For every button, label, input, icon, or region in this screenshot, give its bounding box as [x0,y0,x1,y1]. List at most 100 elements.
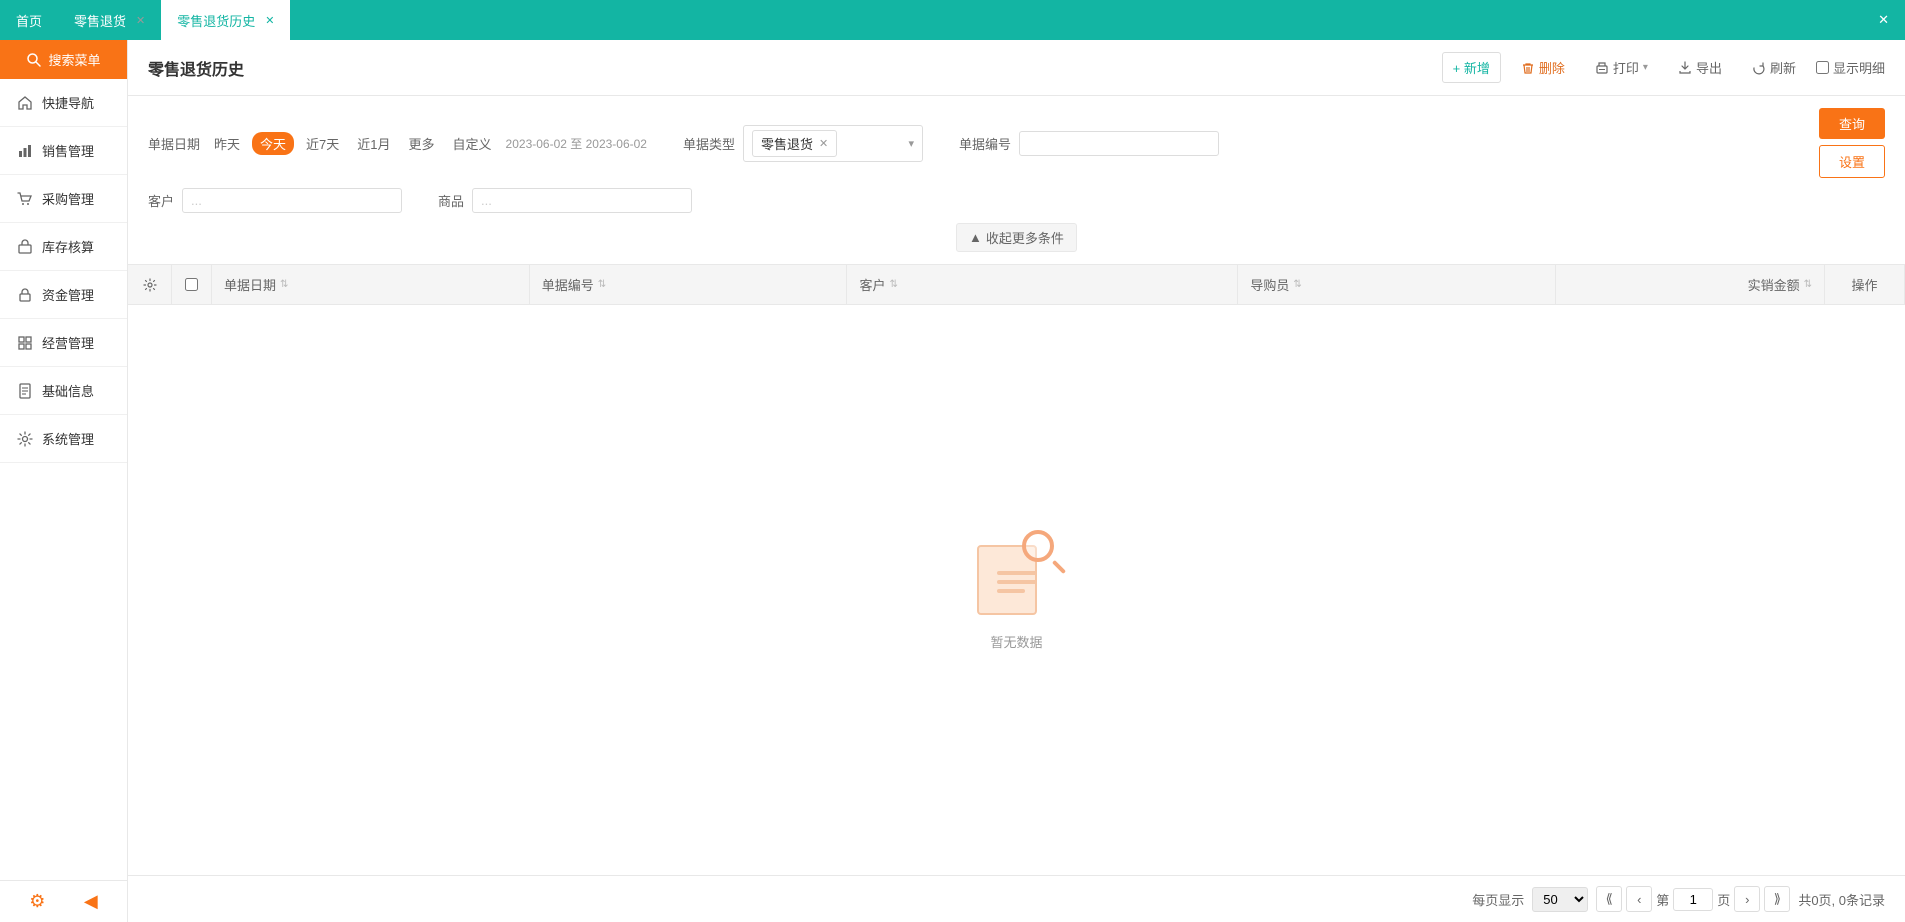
print-chevron: ▾ [1643,62,1648,73]
doc-line-3 [997,589,1025,593]
mag-circle [1022,530,1054,562]
page-prev-btn[interactable]: ‹ [1626,886,1652,912]
print-button[interactable]: 打印 ▾ [1585,53,1658,82]
empty-text: 暂无数据 [990,632,1042,651]
refresh-icon [1752,61,1766,75]
customer-label: 客户 [148,191,174,210]
goods-placeholder: ... [481,193,492,208]
show-detail-label[interactable]: 显示明细 [1816,58,1885,77]
sidebar-item-inventory-label: 库存核算 [42,237,94,256]
th-operation: 操作 [1825,265,1905,304]
home-icon [16,94,34,112]
doc-type-remove[interactable]: ✕ [819,137,828,150]
date-btn-custom[interactable]: 自定义 [447,132,498,155]
setting-button[interactable]: 设置 [1819,145,1885,178]
collapse-filter-button[interactable]: ▲ 收起更多条件 [956,223,1077,252]
main-layout: 搜索菜单 快捷导航 销售管理 采购管理 库存核算 [0,40,1905,922]
tab-retail-return-history-close[interactable]: ✕ [265,14,274,27]
sidebar-item-basic-info-label: 基础信息 [42,381,94,400]
sidebar-item-basic-info[interactable]: 基础信息 [0,367,127,415]
sidebar-item-purchase-mgmt[interactable]: 采购管理 [0,175,127,223]
th-customer[interactable]: 客户 ⇅ [847,265,1238,304]
page-prefix: 第 [1656,890,1669,909]
sidebar-item-inventory[interactable]: 库存核算 [0,223,127,271]
page-actions: + 新增 删除 打印 ▾ 导出 刷新 [1442,52,1885,83]
doc-type-label: 单据类型 [683,134,735,153]
sidebar-item-operation[interactable]: 经营管理 [0,319,127,367]
th-doc-number[interactable]: 单据编号 ⇅ [530,265,848,304]
content-area: 零售退货历史 + 新增 删除 打印 ▾ 导出 刷新 [128,40,1905,922]
sidebar-item-sales-mgmt[interactable]: 销售管理 [0,127,127,175]
settings-bottom-icon[interactable]: ⚙ [29,891,45,912]
filter-area: 单据日期 昨天 今天 近7天 近1月 更多 自定义 2023-06-02 至 2… [128,96,1905,265]
th-settings[interactable] [128,265,172,304]
th-doc-date[interactable]: 单据日期 ⇅ [212,265,530,304]
date-range-display: 2023-06-02 至 2023-06-02 [506,135,647,152]
goods-label: 商品 [438,191,464,210]
per-page-select[interactable]: 10 20 50 100 [1532,887,1588,912]
doc-type-select[interactable]: 零售退货 ✕ ▾ [743,125,923,162]
lock-icon [16,286,34,304]
date-btn-today[interactable]: 今天 [252,132,294,155]
sort-doc-number-icon: ⇅ [598,279,606,290]
tab-home-label: 首页 [16,11,42,30]
sidebar: 搜索菜单 快捷导航 销售管理 采购管理 库存核算 [0,40,128,922]
page-first-btn[interactable]: ⟪ [1596,886,1622,912]
tab-home[interactable]: 首页 [0,0,58,40]
show-detail-text: 显示明细 [1833,58,1885,77]
date-shortcuts: 昨天 今天 近7天 近1月 更多 自定义 [208,132,498,155]
show-detail-checkbox[interactable] [1816,61,1829,74]
query-button[interactable]: 查询 [1819,108,1885,139]
sidebar-item-purchase-mgmt-label: 采购管理 [42,189,94,208]
filter-actions: 查询 设置 [1819,108,1885,178]
tab-retail-return-history-label: 零售退货历史 [177,11,255,30]
select-all-checkbox[interactable] [185,278,198,291]
th-checkbox[interactable] [172,265,212,304]
page-next-btn[interactable]: › [1734,886,1760,912]
th-guide[interactable]: 导购员 ⇅ [1238,265,1556,304]
date-btn-7days[interactable]: 近7天 [300,132,345,155]
tab-retail-return[interactable]: 零售退货 ✕ [58,0,161,40]
page-last-btn[interactable]: ⟫ [1764,886,1790,912]
collapse-filter-label: 收起更多条件 [986,228,1064,247]
export-label: 导出 [1696,58,1722,77]
box-icon [16,238,34,256]
refresh-button[interactable]: 刷新 [1742,53,1806,82]
page-title: 零售退货历史 [148,56,244,80]
doc-type-tag: 零售退货 ✕ [752,130,837,157]
date-btn-1month[interactable]: 近1月 [351,132,396,155]
th-guide-label: 导购员 [1250,275,1289,294]
sidebar-item-finance[interactable]: 资金管理 [0,271,127,319]
filter-customer: 客户 ... [148,188,402,213]
page-nav: ⟪ ‹ 第 页 › ⟫ [1596,886,1790,912]
sidebar-item-quick-nav[interactable]: 快捷导航 [0,79,127,127]
search-icon [26,52,42,68]
refresh-label: 刷新 [1770,58,1796,77]
tab-retail-return-close[interactable]: ✕ [136,14,145,27]
sidebar-item-sys-mgmt[interactable]: 系统管理 [0,415,127,463]
sidebar-item-operation-label: 经营管理 [42,333,94,352]
date-btn-yesterday[interactable]: 昨天 [208,132,246,155]
page-input[interactable] [1673,888,1713,911]
page-unit: 页 [1717,890,1730,909]
collapse-sidebar-icon[interactable]: ◀ [84,891,98,912]
delete-label: 删除 [1539,58,1565,77]
th-amount[interactable]: 实销金额 ⇅ [1556,265,1825,304]
topbar-close[interactable]: ✕ [1878,12,1889,28]
goods-select[interactable]: ... [472,188,692,213]
sidebar-search-label: 搜索菜单 [48,50,100,69]
date-btn-more[interactable]: 更多 [403,132,441,155]
filter-doc-date: 单据日期 昨天 今天 近7天 近1月 更多 自定义 2023-06-02 至 2… [148,132,647,155]
mag-handle [1051,559,1065,573]
doc-number-input[interactable] [1019,131,1219,156]
export-button[interactable]: 导出 [1668,53,1732,82]
empty-illustration [967,530,1067,620]
sidebar-item-quick-nav-label: 快捷导航 [42,93,94,112]
sidebar-search[interactable]: 搜索菜单 [0,40,127,79]
customer-select[interactable]: ... [182,188,402,213]
tab-retail-return-history[interactable]: 零售退货历史 ✕ [161,0,290,40]
top-bar: 首页 零售退货 ✕ 零售退货历史 ✕ ✕ [0,0,1905,40]
new-button[interactable]: + 新增 [1442,52,1501,83]
total-info: 共0页, 0条记录 [1798,890,1885,909]
delete-button[interactable]: 删除 [1511,53,1575,82]
